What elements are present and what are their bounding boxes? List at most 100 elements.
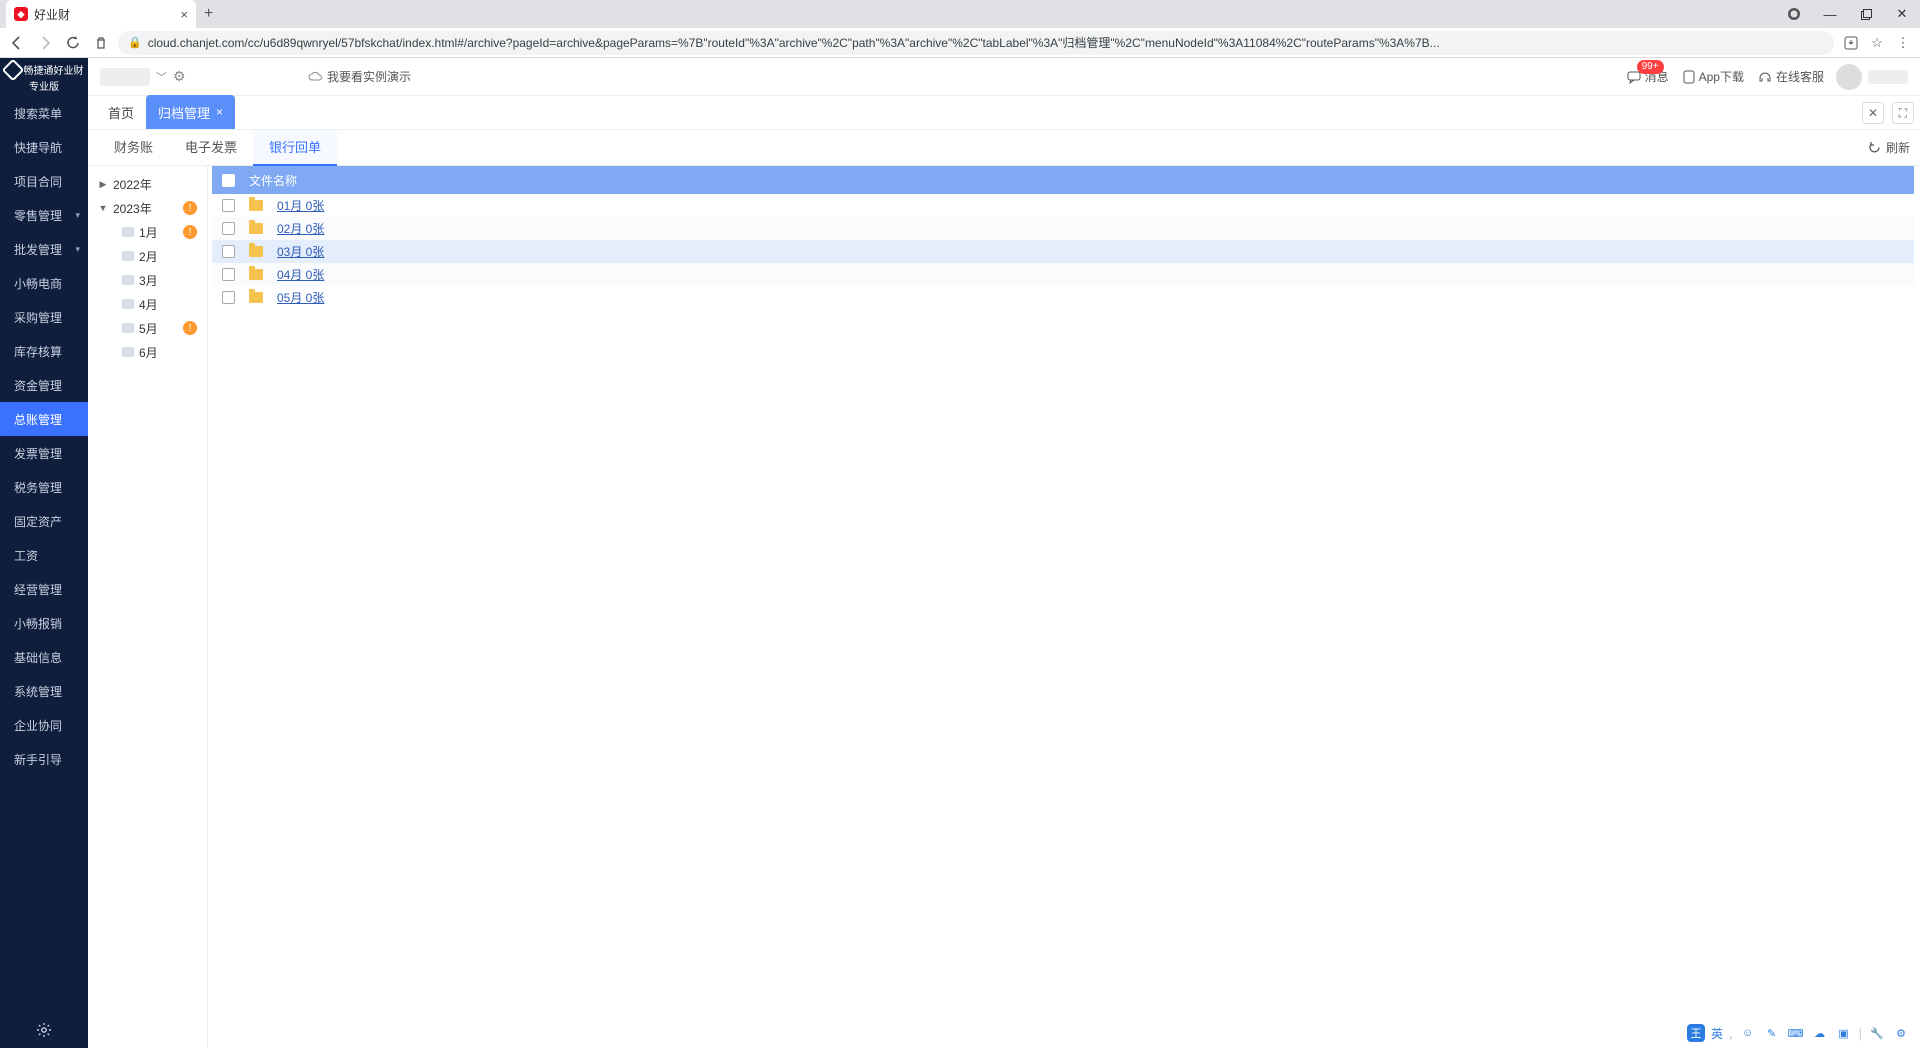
tab-home[interactable]: 首页 xyxy=(96,95,146,129)
logo: 畅捷通好业财 专业版 xyxy=(0,58,88,96)
close-all-tabs-button[interactable]: ✕ xyxy=(1862,102,1884,124)
ime-keyboard-icon[interactable]: ⌨ xyxy=(1787,1024,1805,1042)
tab-close-icon[interactable]: × xyxy=(180,7,188,22)
ime-image-icon[interactable]: ▣ xyxy=(1835,1024,1853,1042)
app-download-button[interactable]: App下载 xyxy=(1683,68,1744,85)
file-name-link[interactable]: 03月 0张 xyxy=(277,243,324,260)
reload-icon[interactable] xyxy=(62,32,84,54)
sidebar-item[interactable]: 工资 xyxy=(0,538,88,572)
tree-label: 2022年 xyxy=(113,176,152,193)
ime-tool-icon[interactable]: 🔧 xyxy=(1868,1024,1886,1042)
sidebar-item[interactable]: 零售管理▾ xyxy=(0,198,88,232)
sidebar-item[interactable]: 搜索菜单 xyxy=(0,96,88,130)
subtab-bank-receipt[interactable]: 银行回单 xyxy=(253,130,337,166)
minimize-icon[interactable]: — xyxy=(1812,0,1848,28)
account-icon[interactable] xyxy=(1776,0,1812,28)
tree-year-2023[interactable]: ▼ 2023年 ! xyxy=(92,196,203,220)
sidebar-item[interactable]: 快捷导航 xyxy=(0,130,88,164)
sidebar-item[interactable]: 固定资产 xyxy=(0,504,88,538)
tree-year-2022[interactable]: ▶ 2022年 xyxy=(92,172,203,196)
sidebar-item[interactable]: 项目合同 xyxy=(0,164,88,198)
maximize-icon[interactable] xyxy=(1848,0,1884,28)
ime-edit-icon[interactable]: ✎ xyxy=(1763,1024,1781,1042)
row-checkbox[interactable] xyxy=(222,199,235,212)
row-checkbox[interactable] xyxy=(222,268,235,281)
forward-icon[interactable] xyxy=(34,32,56,54)
sidebar-item[interactable]: 系统管理 xyxy=(0,674,88,708)
folder-icon xyxy=(122,275,134,285)
sidebar-item[interactable]: 批发管理▾ xyxy=(0,232,88,266)
file-name-link[interactable]: 02月 0张 xyxy=(277,220,324,237)
sidebar-item[interactable]: 经营管理 xyxy=(0,572,88,606)
sidebar-item-label: 快捷导航 xyxy=(14,139,62,156)
company-settings-icon[interactable]: ⚙ xyxy=(173,68,186,85)
ime-cloud-icon[interactable]: ☁ xyxy=(1811,1024,1829,1042)
table-row[interactable]: 03月 0张 xyxy=(212,240,1914,263)
demo-link[interactable]: 我要看实例演示 xyxy=(308,68,411,85)
close-icon[interactable]: ✕ xyxy=(1884,0,1920,28)
file-name-link[interactable]: 01月 0张 xyxy=(277,197,324,214)
tree-month[interactable]: 5月! xyxy=(116,316,203,340)
sidebar-item[interactable]: 资金管理 xyxy=(0,368,88,402)
subtab-einvoice[interactable]: 电子发票 xyxy=(169,130,253,166)
file-name-link[interactable]: 05月 0张 xyxy=(277,289,324,306)
messages-button[interactable]: 99+ 消息 xyxy=(1627,68,1669,85)
alert-badge-icon: ! xyxy=(183,201,197,215)
online-service-button[interactable]: 在线客服 xyxy=(1758,68,1824,85)
sidebar-item[interactable]: 基础信息 xyxy=(0,640,88,674)
content: 财务账 电子发票 银行回单 刷新 ▶ 2022年 ▼ 2023年 ! 1月!2月… xyxy=(88,130,1920,1048)
bookmark-icon[interactable]: ☆ xyxy=(1866,32,1888,54)
tree-month[interactable]: 1月! xyxy=(116,220,203,244)
favicon-icon: ◆ xyxy=(14,7,28,21)
logo-edition: 专业版 xyxy=(29,78,59,93)
table-row[interactable]: 02月 0张 xyxy=(212,217,1914,240)
folder-icon xyxy=(122,347,134,357)
back-icon[interactable] xyxy=(6,32,28,54)
page-tabs: 首页 归档管理 × ✕ ⛶ xyxy=(88,96,1920,130)
trash-icon[interactable] xyxy=(90,32,112,54)
sidebar-item[interactable]: 小畅报销 xyxy=(0,606,88,640)
sidebar-item[interactable]: 小畅电商 xyxy=(0,266,88,300)
sidebar-item[interactable]: 新手引导 xyxy=(0,742,88,776)
file-list-header: 文件名称 xyxy=(212,166,1914,194)
sidebar-item[interactable]: 库存核算 xyxy=(0,334,88,368)
tree-label: 5月 xyxy=(139,320,158,337)
company-selector[interactable]: ﹀ ⚙ xyxy=(100,68,290,86)
tree-month[interactable]: 2月 xyxy=(116,244,203,268)
subtab-finance[interactable]: 财务账 xyxy=(98,130,169,166)
row-checkbox[interactable] xyxy=(222,222,235,235)
ime-lang[interactable]: 英 xyxy=(1711,1025,1723,1042)
browser-tab[interactable]: ◆ 好业财 × xyxy=(6,0,196,28)
file-name-link[interactable]: 04月 0张 xyxy=(277,266,324,283)
fullscreen-button[interactable]: ⛶ xyxy=(1892,102,1914,124)
url-field[interactable]: 🔒 cloud.chanjet.com/cc/u6d89qwnryel/57bf… xyxy=(118,31,1834,55)
sidebar-item[interactable]: 企业协同 xyxy=(0,708,88,742)
ime-smile-icon[interactable]: ☺ xyxy=(1739,1024,1757,1042)
folder-icon xyxy=(122,299,134,309)
browser-tab-strip: ◆ 好业财 × + — ✕ xyxy=(0,0,1920,28)
refresh-button[interactable]: 刷新 xyxy=(1868,139,1910,156)
sidebar-item[interactable]: 采购管理 xyxy=(0,300,88,334)
tab-archive[interactable]: 归档管理 × xyxy=(146,95,235,129)
row-checkbox[interactable] xyxy=(222,291,235,304)
ime-settings-icon[interactable]: ⚙ xyxy=(1892,1024,1910,1042)
settings-button[interactable] xyxy=(0,1012,88,1048)
sidebar-item[interactable]: 总账管理 xyxy=(0,402,88,436)
row-checkbox[interactable] xyxy=(222,245,235,258)
sidebar-item[interactable]: 发票管理 xyxy=(0,436,88,470)
menu-icon[interactable]: ⋮ xyxy=(1892,32,1914,54)
table-row[interactable]: 01月 0张 xyxy=(212,194,1914,217)
table-row[interactable]: 04月 0张 xyxy=(212,263,1914,286)
sidebar-item[interactable]: 税务管理 xyxy=(0,470,88,504)
new-tab-button[interactable]: + xyxy=(204,5,213,23)
table-row[interactable]: 05月 0张 xyxy=(212,286,1914,309)
tree-month[interactable]: 6月 xyxy=(116,340,203,364)
select-all-checkbox[interactable] xyxy=(222,174,235,187)
tab-close-icon[interactable]: × xyxy=(216,105,223,119)
install-icon[interactable] xyxy=(1840,32,1862,54)
avatar[interactable] xyxy=(1836,64,1862,90)
tree-month[interactable]: 4月 xyxy=(116,292,203,316)
tree-month[interactable]: 3月 xyxy=(116,268,203,292)
alert-badge-icon: ! xyxy=(183,225,197,239)
ime-logo-icon[interactable]: 王 xyxy=(1687,1024,1705,1042)
